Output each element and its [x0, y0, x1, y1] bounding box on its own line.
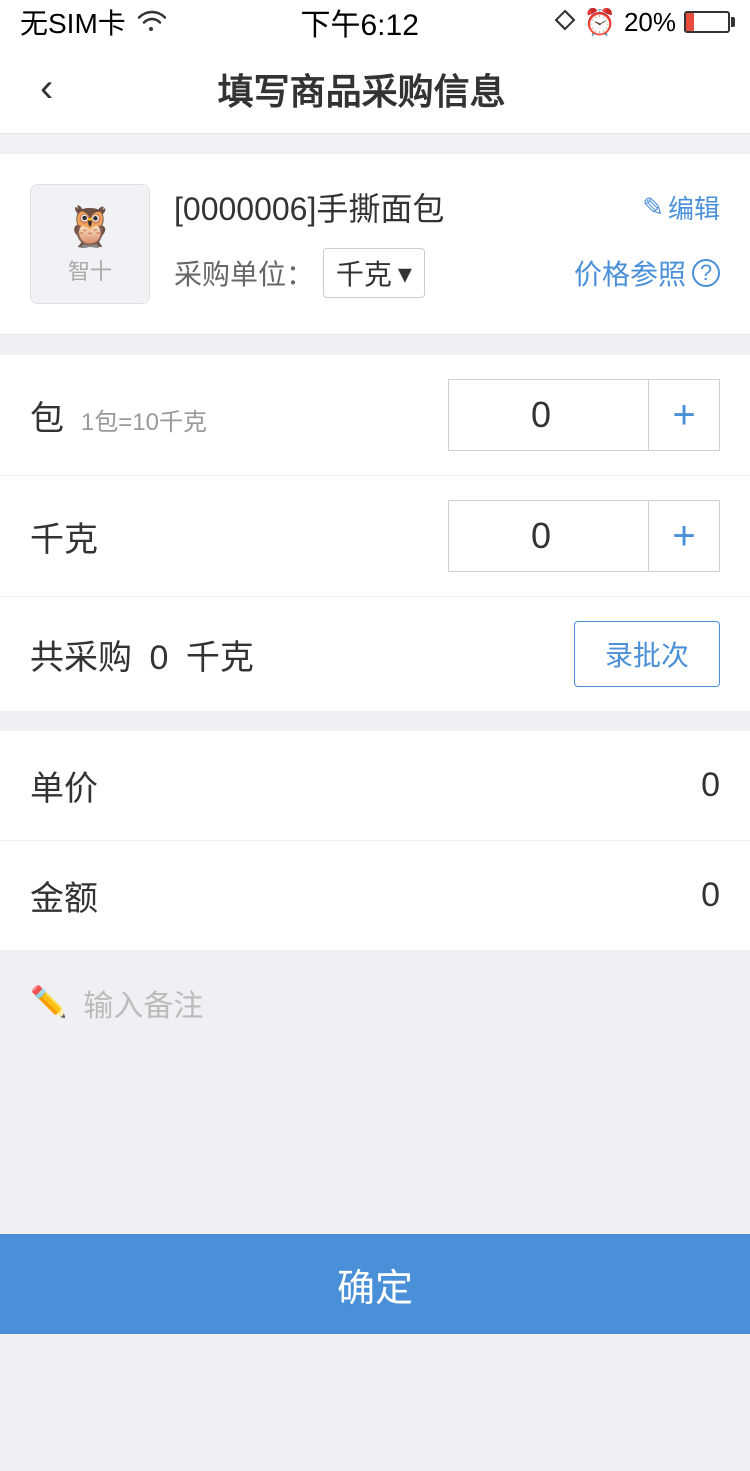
kg-input[interactable] [448, 500, 648, 572]
time-label: 下午6:12 [300, 0, 418, 44]
amount-row: 金额 0 [0, 841, 750, 951]
total-label: 共采购 0 千克 [30, 630, 254, 679]
edit-button[interactable]: ✎ 编辑 [642, 189, 720, 226]
carrier-label: 无SIM卡 [20, 2, 126, 42]
unit-value: 千克 [336, 253, 392, 293]
bag-plus-button[interactable]: + [648, 379, 720, 451]
kg-label: 千克 [30, 512, 98, 561]
status-bar: 无SIM卡 下午6:12 ⏰ 20% [0, 0, 750, 44]
unit-label-area: 采购单位： 千克 ▾ [174, 248, 425, 298]
battery-percentage: 20% [624, 7, 676, 38]
total-unit: 千克 [186, 639, 254, 677]
price-ref-button[interactable]: 价格参照 ? [574, 253, 720, 293]
unit-price-value: 0 [701, 766, 720, 805]
battery-icon [684, 11, 730, 33]
amount-value: 0 [701, 876, 720, 915]
product-full-name: [0000006]手撕面包 [174, 184, 444, 230]
page-title: 填写商品采购信息 [63, 63, 660, 115]
product-info: [0000006]手撕面包 ✎ 编辑 采购单位： 千克 ▾ 价格参照 ? [174, 184, 720, 298]
section-divider-2 [0, 711, 750, 731]
batch-button[interactable]: 录批次 [574, 621, 720, 687]
product-owl-icon: 🦉 [65, 203, 115, 250]
unit-prefix-label: 采购单位： [174, 259, 314, 290]
confirm-button[interactable]: 确定 [0, 1234, 750, 1334]
wifi-icon [136, 6, 166, 38]
amount-label: 金额 [30, 871, 98, 920]
product-unit-row: 采购单位： 千克 ▾ 价格参照 ? [174, 248, 720, 298]
status-right: ⏰ 20% [554, 7, 730, 38]
status-left: 无SIM卡 [20, 2, 166, 42]
edit-icon: ✎ [642, 192, 664, 223]
logo-text: 智十 [68, 254, 112, 286]
product-card: 🦉 智十 [0000006]手撕面包 ✎ 编辑 采购单位： 千克 ▾ 价格参照 … [0, 154, 750, 335]
nav-bar: ‹ 填写商品采购信息 [0, 44, 750, 134]
total-row: 共采购 0 千克 录批次 [0, 597, 750, 711]
info-icon: ? [692, 259, 720, 287]
total-prefix: 共采购 [30, 639, 132, 677]
kg-row: 千克 + [0, 476, 750, 597]
form-section: 包 1包=10千克 + 千克 + [0, 355, 750, 597]
pencil-icon: ✏️ [30, 985, 67, 1020]
bag-sub-label: 1包=10千克 [81, 409, 207, 436]
product-name-row: [0000006]手撕面包 ✎ 编辑 [174, 184, 720, 230]
price-ref-label: 价格参照 [574, 253, 686, 293]
unit-price-row: 单价 0 [0, 731, 750, 841]
unit-price-label: 单价 [30, 761, 98, 810]
alarm-icon: ⏰ [584, 7, 616, 38]
bag-quantity-control: + [448, 379, 720, 451]
bag-input[interactable] [448, 379, 648, 451]
bag-label-area: 包 1包=10千克 [30, 391, 207, 440]
chevron-down-icon: ▾ [398, 257, 412, 290]
kg-quantity-control: + [448, 500, 720, 572]
total-value: 0 [149, 639, 168, 677]
unit-select[interactable]: 千克 ▾ [323, 248, 425, 298]
section-divider-1 [0, 335, 750, 355]
product-image: 🦉 智十 [30, 184, 150, 304]
bag-row: 包 1包=10千克 + [0, 355, 750, 476]
bag-label: 包 [30, 400, 64, 438]
notes-section[interactable]: ✏️ 输入备注 [0, 951, 750, 1151]
location-icon [554, 7, 576, 38]
edit-label: 编辑 [668, 189, 720, 226]
kg-plus-button[interactable]: + [648, 500, 720, 572]
back-button[interactable]: ‹ [30, 56, 63, 121]
notes-placeholder: 输入备注 [83, 981, 203, 1025]
